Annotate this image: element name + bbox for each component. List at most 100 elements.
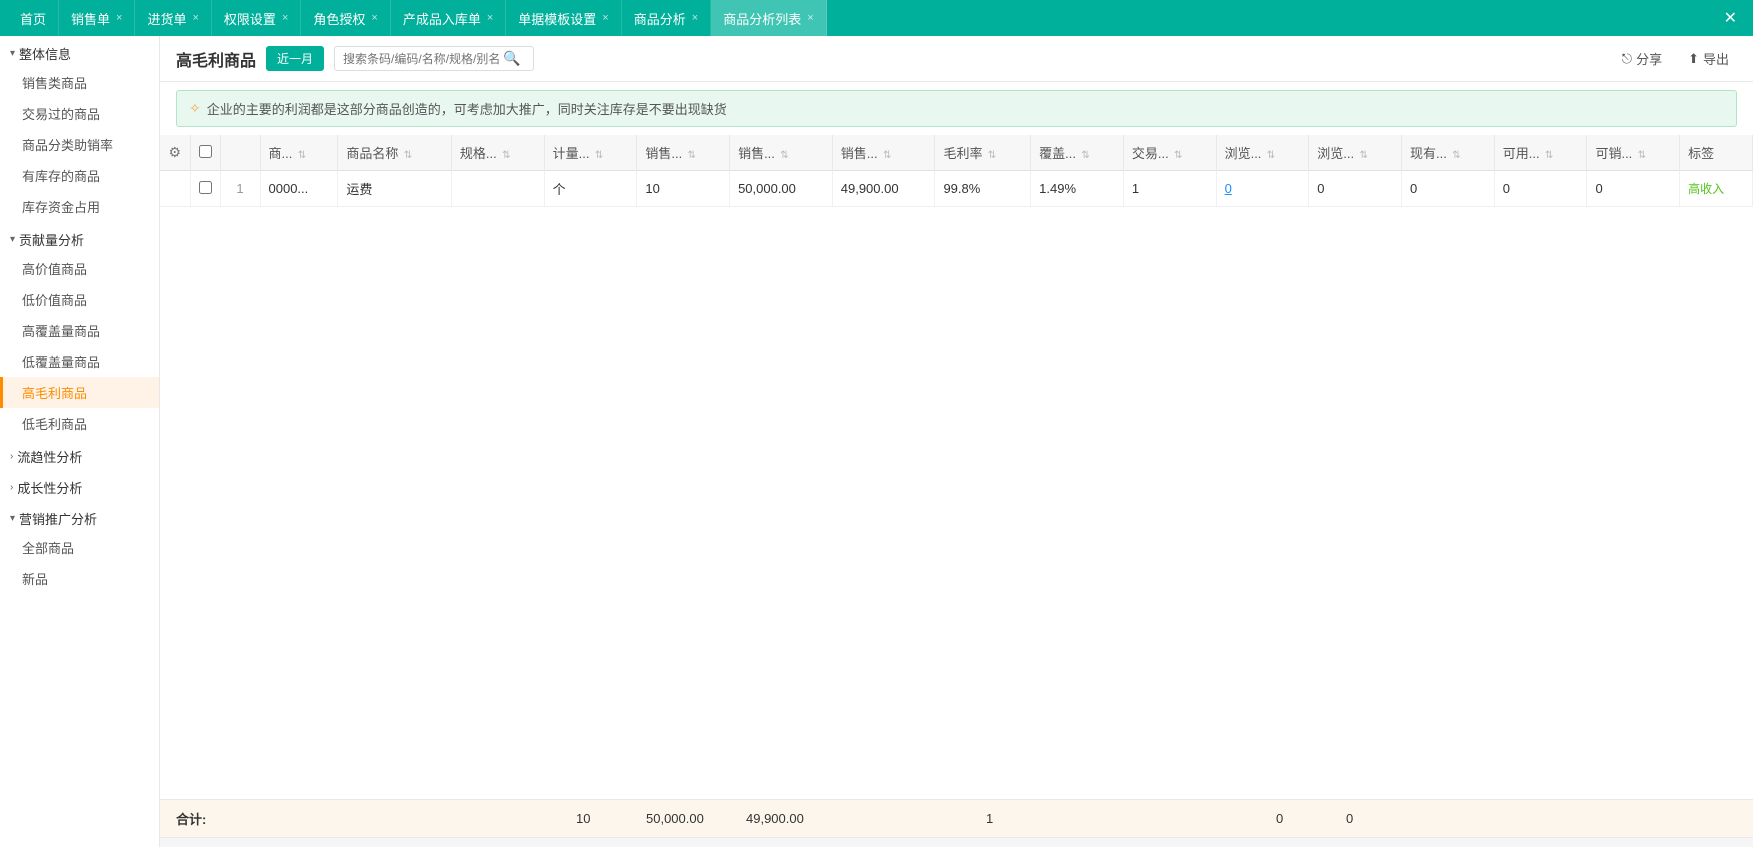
export-icon: ⬆ <box>1688 51 1699 67</box>
table-header-row: ⚙ 商... ⇅ 商品名称 ⇅ <box>160 135 1753 171</box>
arrow-marketing: ▾ <box>10 513 15 524</box>
close-permission-tab[interactable]: × <box>282 12 288 24</box>
browse1-link[interactable]: 0 <box>1225 181 1232 196</box>
td-tag: 高收入 <box>1680 171 1753 207</box>
close-all-tabs[interactable]: ✕ <box>1716 8 1745 28</box>
th-name: 商品名称 ⇅ <box>338 135 452 171</box>
td-settings-cell <box>160 171 190 207</box>
sidebar-item-traded-goods[interactable]: 交易过的商品 <box>0 98 159 129</box>
sort-browse1-icon[interactable]: ⇅ <box>1267 150 1275 161</box>
sort-stockavail-icon[interactable]: ⇅ <box>1452 150 1460 161</box>
td-sales-amount: 50,000.00 <box>730 171 833 207</box>
sidebar-group-marketing[interactable]: ▾ 营销推广分析 <box>0 501 159 532</box>
sort-name-icon[interactable]: ⇅ <box>404 150 412 161</box>
close-analysis-list-tab[interactable]: × <box>807 12 813 24</box>
sidebar-item-category-rate[interactable]: 商品分类助销率 <box>0 129 159 160</box>
td-spec <box>451 171 544 207</box>
sort-sellable-icon[interactable]: ⇅ <box>1638 150 1646 161</box>
select-all-checkbox[interactable] <box>199 145 212 158</box>
th-code: 商... ⇅ <box>260 135 338 171</box>
filter-recent-month[interactable]: 近一月 <box>266 46 324 71</box>
td-browse1: 0 <box>1216 171 1309 207</box>
footer-sales-qty: 10 <box>576 811 646 826</box>
settings-icon[interactable]: ⚙ <box>168 144 181 160</box>
nav-tab-sales[interactable]: 销售单 × <box>59 0 135 36</box>
td-browse2: 0 <box>1309 171 1402 207</box>
nav-tab-role[interactable]: 角色授权 × <box>301 0 390 36</box>
th-checkbox <box>190 135 220 171</box>
nav-tab-purchase[interactable]: 进货单 × <box>135 0 211 36</box>
nav-tab-inbound[interactable]: 产成品入库单 × <box>391 0 506 36</box>
sort-salesqty-icon[interactable]: ⇅ <box>688 150 696 161</box>
nav-tab-permission[interactable]: 权限设置 × <box>212 0 301 36</box>
th-sales-amount: 销售... ⇅ <box>730 135 833 171</box>
th-unit: 计量... ⇅ <box>544 135 637 171</box>
sidebar-item-in-stock[interactable]: 有库存的商品 <box>0 160 159 191</box>
sort-salesprofit-icon[interactable]: ⇅ <box>883 150 891 161</box>
sort-spec-icon[interactable]: ⇅ <box>502 150 510 161</box>
sidebar-item-high-margin[interactable]: 高毛利商品 <box>0 377 159 408</box>
sort-trade-icon[interactable]: ⇅ <box>1174 150 1182 161</box>
close-purchase-tab[interactable]: × <box>192 12 198 24</box>
sidebar-group-overall[interactable]: ▾ 整体信息 <box>0 36 159 67</box>
sidebar-item-low-margin[interactable]: 低毛利商品 <box>0 408 159 439</box>
sidebar-item-low-cover[interactable]: 低覆盖量商品 <box>0 346 159 377</box>
th-spec: 规格... ⇅ <box>451 135 544 171</box>
sort-unit-icon[interactable]: ⇅ <box>595 150 603 161</box>
th-sales-qty: 销售... ⇅ <box>637 135 730 171</box>
nav-tab-home[interactable]: 首页 <box>8 0 59 36</box>
nav-tab-template[interactable]: 单据模板设置 × <box>506 0 621 36</box>
sidebar-item-all-goods[interactable]: 全部商品 <box>0 532 159 563</box>
share-button[interactable]: ⎋ 分享 <box>1614 46 1670 71</box>
sort-grossrate-icon[interactable]: ⇅ <box>988 150 996 161</box>
sort-usable-icon[interactable]: ⇅ <box>1545 150 1553 161</box>
th-settings: ⚙ <box>160 135 190 171</box>
row-checkbox[interactable] <box>199 181 212 194</box>
sort-salesamt-icon[interactable]: ⇅ <box>780 150 788 161</box>
tag-label: 高收入 <box>1688 182 1724 196</box>
th-cover-rate: 覆盖... ⇅ <box>1031 135 1124 171</box>
top-nav: 首页 销售单 × 进货单 × 权限设置 × 角色授权 × 产成品入库单 × 单据… <box>0 0 1753 36</box>
td-sellable: 0 <box>1587 171 1680 207</box>
bottom-scrollbar[interactable] <box>160 837 1753 847</box>
td-stock-avail: 0 <box>1402 171 1495 207</box>
sidebar-item-new-goods[interactable]: 新品 <box>0 563 159 594</box>
footer-usable: 0 <box>1276 811 1346 826</box>
sort-code-icon[interactable]: ⇅ <box>298 150 306 161</box>
nav-tab-analysis[interactable]: 商品分析 × <box>622 0 711 36</box>
footer-trade: 1 <box>986 811 1066 826</box>
arrow-growth: › <box>10 482 13 493</box>
share-icon: ⎋ <box>1622 51 1632 67</box>
search-input[interactable] <box>343 52 503 66</box>
close-template-tab[interactable]: × <box>602 12 608 24</box>
sidebar-item-sales-goods[interactable]: 销售类商品 <box>0 67 159 98</box>
td-name: 运费 <box>338 171 452 207</box>
footer-total-row: 合计: 10 50,000.00 49,900.00 1 0 0 <box>160 799 1753 837</box>
arrow-overall: ▾ <box>10 48 15 59</box>
arrow-contribution: ▾ <box>10 234 15 245</box>
sidebar-item-stock-fund[interactable]: 库存资金占用 <box>0 191 159 222</box>
sidebar-group-contribution[interactable]: ▾ 贡献量分析 <box>0 222 159 253</box>
sidebar-item-high-value[interactable]: 高价值商品 <box>0 253 159 284</box>
td-num: 1 <box>220 171 260 207</box>
sidebar-item-low-value[interactable]: 低价值商品 <box>0 284 159 315</box>
sort-coverrate-icon[interactable]: ⇅ <box>1081 150 1089 161</box>
th-tag: 标签 <box>1680 135 1753 171</box>
nav-tab-analysis-list[interactable]: 商品分析列表 × <box>711 0 826 36</box>
sidebar-group-trend[interactable]: › 流趋性分析 <box>0 439 159 470</box>
close-analysis-tab[interactable]: × <box>692 12 698 24</box>
sort-browse2-icon[interactable]: ⇅ <box>1359 150 1367 161</box>
data-table: ⚙ 商... ⇅ 商品名称 ⇅ <box>160 135 1753 207</box>
search-icon[interactable]: 🔍 <box>503 50 520 67</box>
close-sales-tab[interactable]: × <box>116 12 122 24</box>
th-browse1: 浏览... ⇅ <box>1216 135 1309 171</box>
sidebar-group-growth[interactable]: › 成长性分析 <box>0 470 159 501</box>
export-button[interactable]: ⬆ 导出 <box>1680 46 1737 71</box>
footer-sellable: 0 <box>1346 811 1416 826</box>
sidebar-item-high-cover[interactable]: 高覆盖量商品 <box>0 315 159 346</box>
close-role-tab[interactable]: × <box>371 12 377 24</box>
td-sales-profit: 49,900.00 <box>832 171 935 207</box>
table-row: 1 0000... 运费 个 10 50,000.00 49,900.00 99… <box>160 171 1753 207</box>
main-area: 《 ▾ 整体信息 销售类商品 交易过的商品 商品分类助销率 有库存的商品 库存资… <box>0 36 1753 847</box>
close-inbound-tab[interactable]: × <box>487 12 493 24</box>
